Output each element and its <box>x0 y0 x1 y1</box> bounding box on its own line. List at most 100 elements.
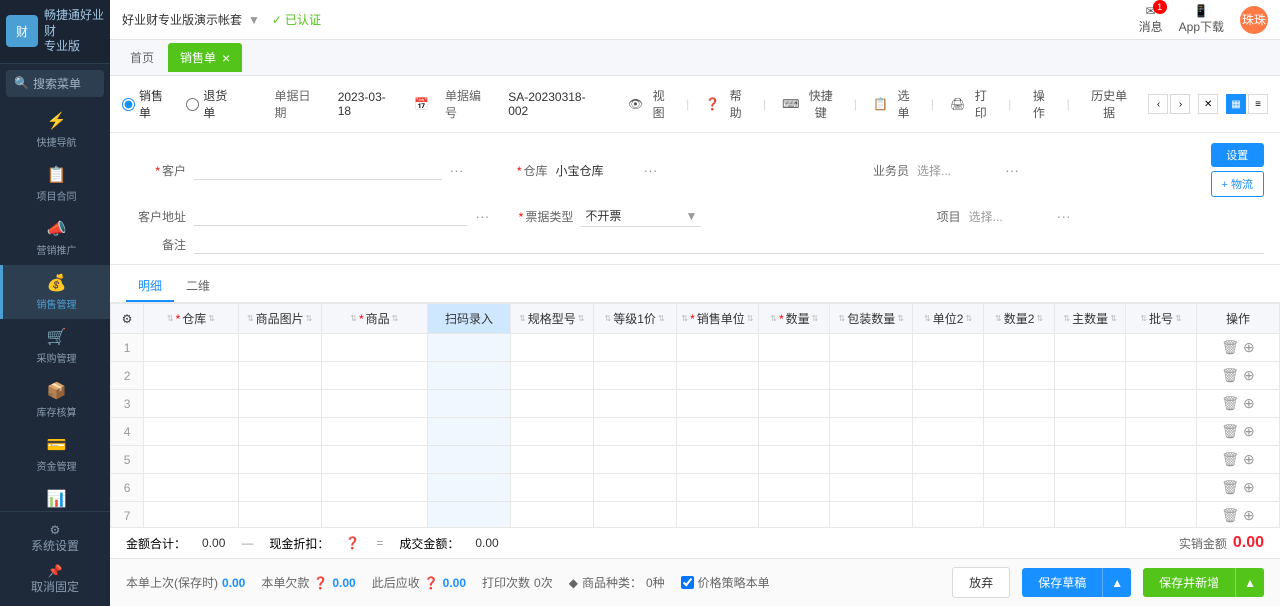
cell-sales_unit[interactable] <box>676 362 759 390</box>
sidebar-item-accounting[interactable]: 📊 总账管理 <box>0 481 110 511</box>
user-avatar[interactable]: 珠珠 <box>1240 6 1268 34</box>
cell-sales_unit[interactable] <box>676 474 759 502</box>
delete-row-button[interactable]: 🗑 <box>1221 451 1239 468</box>
company-selector[interactable]: 好业财专业版演示帐套 ▼ <box>122 11 260 28</box>
cell-unit1_price[interactable] <box>593 418 676 446</box>
delete-row-button[interactable]: 🗑 <box>1221 367 1239 384</box>
price-rule-checkbox-label[interactable]: 价格策略本单 <box>681 574 770 591</box>
copy-row-button[interactable]: ⊕ <box>1243 339 1255 356</box>
delete-row-button[interactable]: 🗑 <box>1221 479 1239 496</box>
cell-quantity[interactable] <box>759 390 830 418</box>
tab-erwei[interactable]: 二维 <box>174 271 222 302</box>
sidebar-item-purchase[interactable]: 🛒 采购管理 <box>0 319 110 373</box>
copy-row-button[interactable]: ⊕ <box>1243 451 1255 468</box>
cell-scan_input[interactable] <box>428 362 511 390</box>
calendar-icon[interactable]: 📅 <box>414 97 429 111</box>
cell-quantity[interactable] <box>759 446 830 474</box>
delete-row-button[interactable]: 🗑 <box>1221 395 1239 412</box>
cell-qty2[interactable] <box>984 362 1055 390</box>
receivable-question-icon[interactable]: ❓ <box>424 576 439 590</box>
table-row[interactable]: 6 🗑 ⊕ <box>111 474 1280 502</box>
customer-input[interactable] <box>194 161 442 180</box>
sidebar-item-quick-nav[interactable]: ⚡ 快捷导航 <box>0 103 110 157</box>
sidebar-item-cancel-pin[interactable]: 📌 取消固定 <box>6 559 104 600</box>
search-menu-button[interactable]: 🔍 搜索菜单 <box>6 70 104 97</box>
select-order-button[interactable]: 📋 选单 <box>865 84 923 124</box>
cell-sales_unit[interactable] <box>676 502 759 528</box>
set-button[interactable]: 设置 <box>1211 143 1264 167</box>
cell-quantity[interactable] <box>759 502 830 528</box>
nav-next[interactable]: › <box>1170 94 1190 114</box>
cell-unit1_price[interactable] <box>593 446 676 474</box>
sidebar-item-project[interactable]: 📋 项目合同 <box>0 157 110 211</box>
cell-batch[interactable] <box>1126 418 1197 446</box>
cell-spec[interactable] <box>510 390 593 418</box>
save-new-button[interactable]: 保存并新增 <box>1143 568 1235 597</box>
radio-sales-order[interactable]: 销售单 <box>122 87 174 121</box>
cell-unit1_price[interactable] <box>593 474 676 502</box>
cell-quantity[interactable] <box>759 474 830 502</box>
price-rule-checkbox[interactable] <box>681 576 694 589</box>
cell-product[interactable] <box>321 334 427 362</box>
print-button[interactable]: 🖨 打印 <box>942 84 1000 124</box>
cell-unit2[interactable] <box>913 502 984 528</box>
cell-spec[interactable] <box>510 446 593 474</box>
remark-input[interactable] <box>194 235 1264 254</box>
cell-batch[interactable] <box>1126 446 1197 474</box>
cell-pack_qty[interactable] <box>830 502 913 528</box>
cell-qty2[interactable] <box>984 446 1055 474</box>
cell-warehouse[interactable] <box>144 474 239 502</box>
cell-batch[interactable] <box>1126 390 1197 418</box>
salesperson-more-button[interactable]: ··· <box>1005 162 1019 178</box>
cell-product[interactable] <box>321 446 427 474</box>
list-layout-button[interactable]: ≡ <box>1248 94 1268 114</box>
cell-spec[interactable] <box>510 362 593 390</box>
customer-addr-input[interactable] <box>194 207 467 226</box>
radio-return-order[interactable]: 退货单 <box>186 87 238 121</box>
cell-unit2[interactable] <box>913 418 984 446</box>
app-download-button[interactable]: 📱 App下载 <box>1179 4 1224 35</box>
copy-row-button[interactable]: ⊕ <box>1243 507 1255 524</box>
cell-scan_input[interactable] <box>428 474 511 502</box>
cell-spec[interactable] <box>510 418 593 446</box>
grid-layout-button[interactable]: ▦ <box>1226 94 1246 114</box>
logistics-button[interactable]: + 物流 <box>1211 171 1264 197</box>
cell-spec[interactable] <box>510 502 593 528</box>
copy-row-button[interactable]: ⊕ <box>1243 423 1255 440</box>
tab-mingxi[interactable]: 明细 <box>126 271 174 302</box>
table-row[interactable]: 5 🗑 ⊕ <box>111 446 1280 474</box>
copy-row-button[interactable]: ⊕ <box>1243 367 1255 384</box>
project-more-button[interactable]: ··· <box>1057 208 1071 224</box>
cell-unit1_price[interactable] <box>593 362 676 390</box>
cell-unit2[interactable] <box>913 474 984 502</box>
cell-sales_unit[interactable] <box>676 334 759 362</box>
save-draft-button[interactable]: 保存草稿 <box>1022 568 1102 597</box>
cell-unit2[interactable] <box>913 362 984 390</box>
cell-main_qty[interactable] <box>1055 390 1126 418</box>
sidebar-search[interactable]: 🔍 搜索菜单 <box>0 64 110 103</box>
cell-product[interactable] <box>321 390 427 418</box>
save-new-dropdown[interactable]: ▲ <box>1235 568 1264 597</box>
table-row[interactable]: 3 🗑 ⊕ <box>111 390 1280 418</box>
cell-scan_input[interactable] <box>428 334 511 362</box>
warehouse-more-button[interactable]: ··· <box>644 162 658 178</box>
cell-pack_qty[interactable] <box>830 474 913 502</box>
col-settings[interactable]: ⚙ <box>111 304 144 334</box>
table-row[interactable]: 2 🗑 ⊕ <box>111 362 1280 390</box>
cell-main_qty[interactable] <box>1055 502 1126 528</box>
cell-main_qty[interactable] <box>1055 446 1126 474</box>
cell-pack_qty[interactable] <box>830 446 913 474</box>
cell-batch[interactable] <box>1126 362 1197 390</box>
copy-row-button[interactable]: ⊕ <box>1243 479 1255 496</box>
cell-sales_unit[interactable] <box>676 446 759 474</box>
cell-unit1_price[interactable] <box>593 334 676 362</box>
sidebar-item-settings[interactable]: ⚙ 系统设置 <box>6 518 104 559</box>
cell-quantity[interactable] <box>759 418 830 446</box>
sidebar-item-sales[interactable]: 💰 销售管理 <box>0 265 110 319</box>
preview-button[interactable]: 👁 视图 <box>620 84 678 124</box>
cell-warehouse[interactable] <box>144 334 239 362</box>
cell-unit2[interactable] <box>913 390 984 418</box>
cell-qty2[interactable] <box>984 390 1055 418</box>
cell-unit1_price[interactable] <box>593 502 676 528</box>
sidebar-item-inventory[interactable]: 📦 库存核算 <box>0 373 110 427</box>
